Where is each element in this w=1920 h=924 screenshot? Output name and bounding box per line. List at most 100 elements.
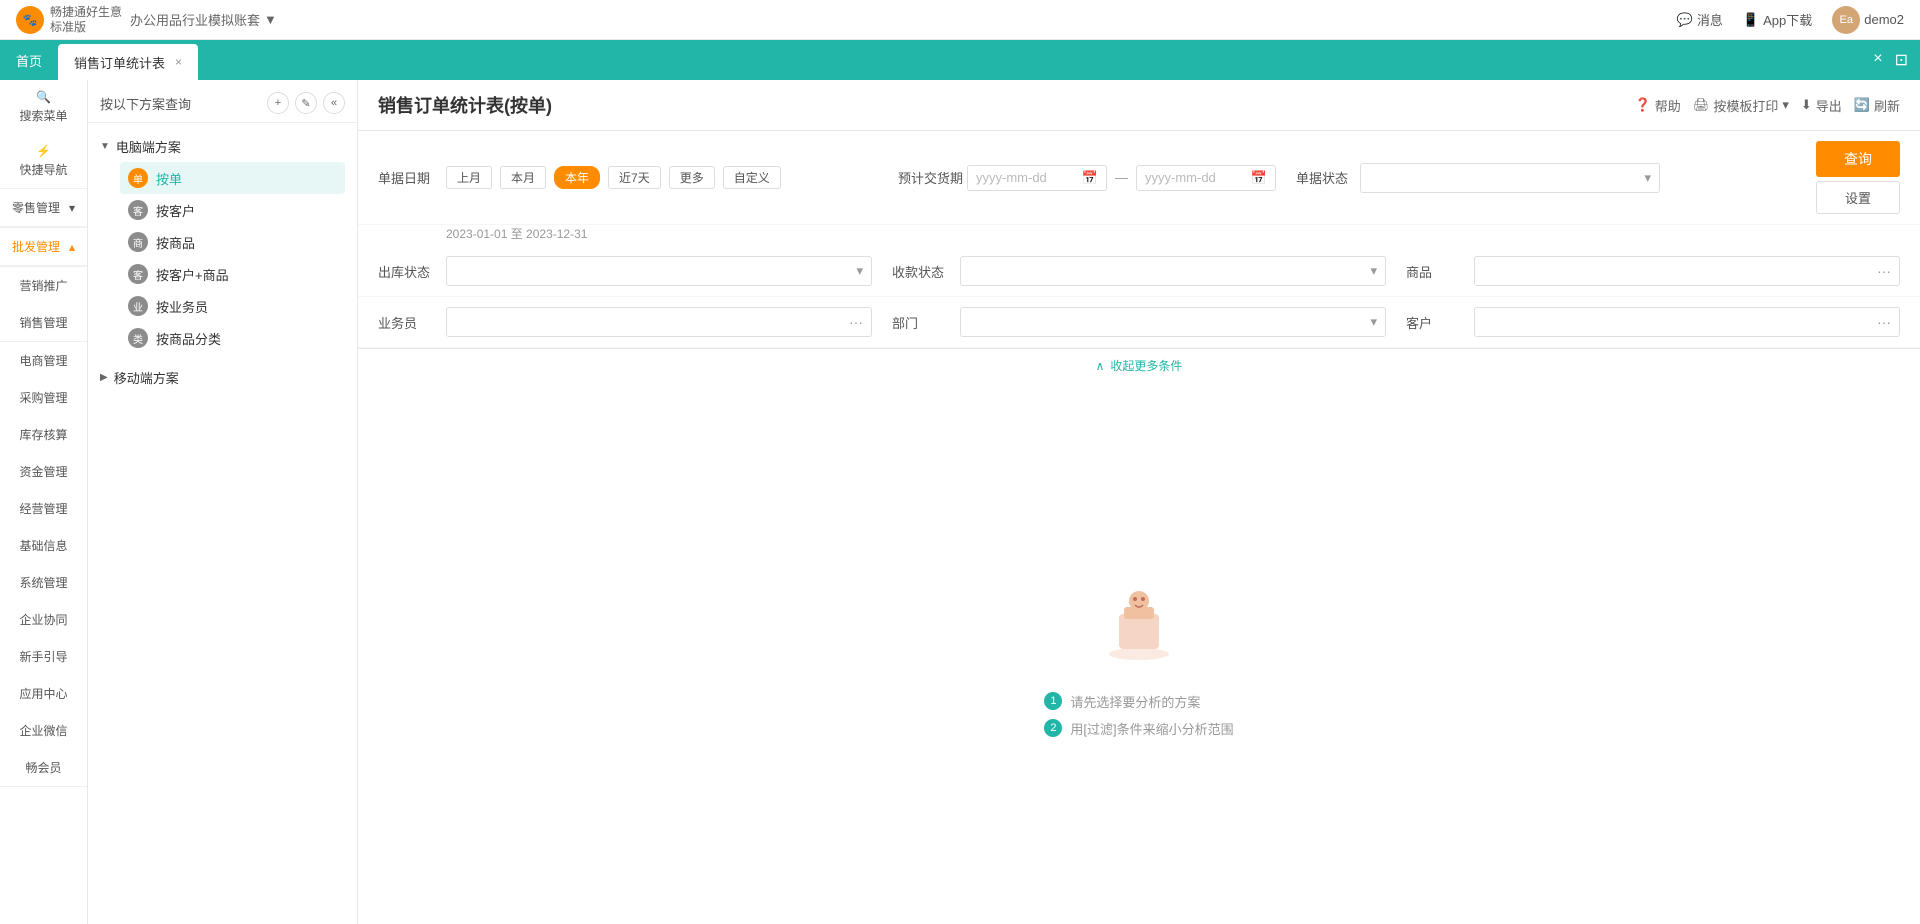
date-filter-group: 上月 本月 本年 近7天 更多 自定义 [446,166,781,189]
sidebar-item-finance[interactable]: 资金管理 [0,453,87,490]
out-status-select[interactable]: ▾ [446,256,872,286]
add-scheme-button[interactable]: + [267,92,289,114]
calendar-start-icon: 📅 [1082,170,1098,186]
expected-date-start-input[interactable]: yyyy-mm-dd 📅 [967,165,1107,191]
status-select-arrow-icon: ▾ [1644,170,1651,186]
goods-more-icon[interactable]: ··· [1877,263,1891,279]
wholesale-arrow-icon: ▴ [69,240,75,254]
top-bar: 🐾 畅捷通好生意 标准版 办公用品行业模拟账套 ▼ 💬 消息 📱 App下载 E… [0,0,1920,40]
expected-date-cell: 预计交货期 yyyy-mm-dd 📅 — yyyy-mm-dd 📅 [898,165,1276,191]
customer-more-icon[interactable]: ··· [1877,314,1891,330]
sidebar-item-guide[interactable]: 新手引导 [0,638,87,675]
scheme-icon-salesperson: 业 [128,296,148,316]
message-button[interactable]: 💬 消息 [1677,10,1723,29]
edit-scheme-button[interactable]: ✎ [295,92,317,114]
export-button[interactable]: ⬇ 导出 [1801,96,1842,115]
sidebar-item-quick-nav[interactable]: ⚡ 快捷导航 [0,134,87,188]
tree-item-by-order[interactable]: 单 按单 [120,162,345,194]
sidebar: 🔍 搜索菜单 ⚡ 快捷导航 零售管理 ▾ 批发管理 ▴ 营销推广 [0,80,88,924]
top-bar-right: 💬 消息 📱 App下载 Ea demo2 [1677,6,1904,34]
sidebar-item-retail[interactable]: 零售管理 ▾ [0,189,87,227]
logo-text: 畅捷通好生意 标准版 [50,5,122,34]
sidebar-section-wholesale: 批发管理 ▴ [0,228,87,267]
filter-section: 单据日期 上月 本月 本年 近7天 更多 自定义 预计交货期 [358,131,1920,382]
sidebar-item-purchase[interactable]: 采购管理 [0,379,87,416]
app-download-button[interactable]: 📱 App下载 [1743,10,1812,29]
sidebar-item-search[interactable]: 🔍 搜索菜单 [0,80,87,134]
top-bar-left: 🐾 畅捷通好生意 标准版 办公用品行业模拟账套 ▼ [16,5,277,34]
customer-cell: 客户 ··· [1406,307,1900,337]
sidebar-item-ecommerce[interactable]: 电商管理 [0,342,87,379]
tab-active[interactable]: 销售订单统计表 × [58,44,198,80]
breadcrumb[interactable]: 办公用品行业模拟账套 ▼ [130,10,277,29]
expected-date-end-input[interactable]: yyyy-mm-dd 📅 [1136,165,1276,191]
tree-item-by-goods[interactable]: 商 按商品 [120,226,345,258]
tree-item-by-customer-goods[interactable]: 客 按客户+商品 [120,258,345,290]
content-area: 按以下方案查询 + ✎ « ▼ 电脑端方案 单 按单 [88,80,1920,924]
empty-illustration [1089,569,1189,672]
left-panel: 按以下方案查询 + ✎ « ▼ 电脑端方案 单 按单 [88,80,358,924]
settings-button[interactable]: 设置 [1816,181,1900,214]
sidebar-item-sales[interactable]: 销售管理 [0,304,87,341]
status-cell: 单据状态 ▾ [1296,163,1796,193]
salesperson-select[interactable]: ··· [446,307,872,337]
tree-item-by-customer[interactable]: 客 按客户 [120,194,345,226]
empty-state: 1 请先选择要分析的方案 2 用[过滤]条件来缩小分析范围 [358,382,1920,924]
refresh-icon: 🔄 [1854,97,1870,113]
sidebar-item-operations[interactable]: 经营管理 [0,490,87,527]
help-icon: ❓ [1635,97,1651,113]
more-btn[interactable]: 更多 [669,166,715,189]
query-buttons: 查询 设置 [1816,141,1900,214]
salesperson-more-icon[interactable]: ··· [849,314,863,330]
help-button[interactable]: ❓ 帮助 [1635,96,1681,115]
sidebar-item-enterprise[interactable]: 企业协同 [0,601,87,638]
export-icon: ⬇ [1801,97,1812,113]
tree-item-by-category[interactable]: 类 按商品分类 [120,322,345,354]
tab-bar-actions: × ⊡ [1873,50,1908,70]
page-title: 销售订单统计表(按单) [378,92,552,118]
goods-select[interactable]: ··· [1474,256,1900,286]
last7-btn[interactable]: 近7天 [608,166,661,189]
hint-num-2: 2 [1044,719,1062,737]
collapse-panel-button[interactable]: « [323,92,345,114]
tab-home[interactable]: 首页 [0,40,58,80]
department-select[interactable]: ▾ [960,307,1386,337]
sidebar-section-marketing: 营销推广 销售管理 [0,267,87,342]
date-range-display: 2023-01-01 至 2023-12-31 [358,225,1920,246]
user-menu[interactable]: Ea demo2 [1832,6,1904,34]
sidebar-item-system[interactable]: 系统管理 [0,564,87,601]
empty-hint-2: 2 用[过滤]条件来缩小分析范围 [1044,719,1233,738]
left-panel-header: 按以下方案查询 + ✎ « [88,92,357,123]
empty-hint-1: 1 请先选择要分析的方案 [1044,692,1233,711]
refresh-button[interactable]: 🔄 刷新 [1854,96,1900,115]
tree-root-pc[interactable]: ▼ 电脑端方案 [100,131,345,162]
sidebar-item-wechat[interactable]: 企业微信 [0,712,87,749]
tree-item-by-salesperson[interactable]: 业 按业务员 [120,290,345,322]
query-button[interactable]: 查询 [1816,141,1900,177]
tree-root-mobile[interactable]: ▶ 移动端方案 [100,362,345,393]
collapse-more-button[interactable]: ∧ 收起更多条件 [358,348,1920,382]
receipt-status-select[interactable]: ▾ [960,256,1386,286]
tab-minimize-icon[interactable]: × [1873,50,1882,70]
sidebar-item-inventory[interactable]: 库存核算 [0,416,87,453]
custom-btn[interactable]: 自定义 [723,166,781,189]
sidebar-item-basic[interactable]: 基础信息 [0,527,87,564]
sidebar-item-wholesale[interactable]: 批发管理 ▴ [0,228,87,266]
empty-svg [1089,569,1189,669]
last-month-btn[interactable]: 上月 [446,166,492,189]
this-month-btn[interactable]: 本月 [500,166,546,189]
sidebar-item-member[interactable]: 畅会员 [0,749,87,786]
customer-select[interactable]: ··· [1474,307,1900,337]
tab-maximize-icon[interactable]: ⊡ [1895,50,1908,70]
this-year-btn[interactable]: 本年 [554,166,600,189]
out-status-cell: 出库状态 ▾ [378,256,872,286]
sidebar-item-app-center[interactable]: 应用中心 [0,675,87,712]
left-panel-icons: + ✎ « [267,92,345,114]
sidebar-item-marketing[interactable]: 营销推广 [0,267,87,304]
tab-close-icon[interactable]: × [175,55,182,69]
print-button[interactable]: 🖨 按模板打印 ▾ [1693,96,1789,115]
status-select[interactable]: ▾ [1360,163,1660,193]
print-arrow-icon: ▾ [1782,97,1789,113]
department-arrow-icon: ▾ [1370,314,1377,330]
calendar-end-icon: 📅 [1251,170,1267,186]
